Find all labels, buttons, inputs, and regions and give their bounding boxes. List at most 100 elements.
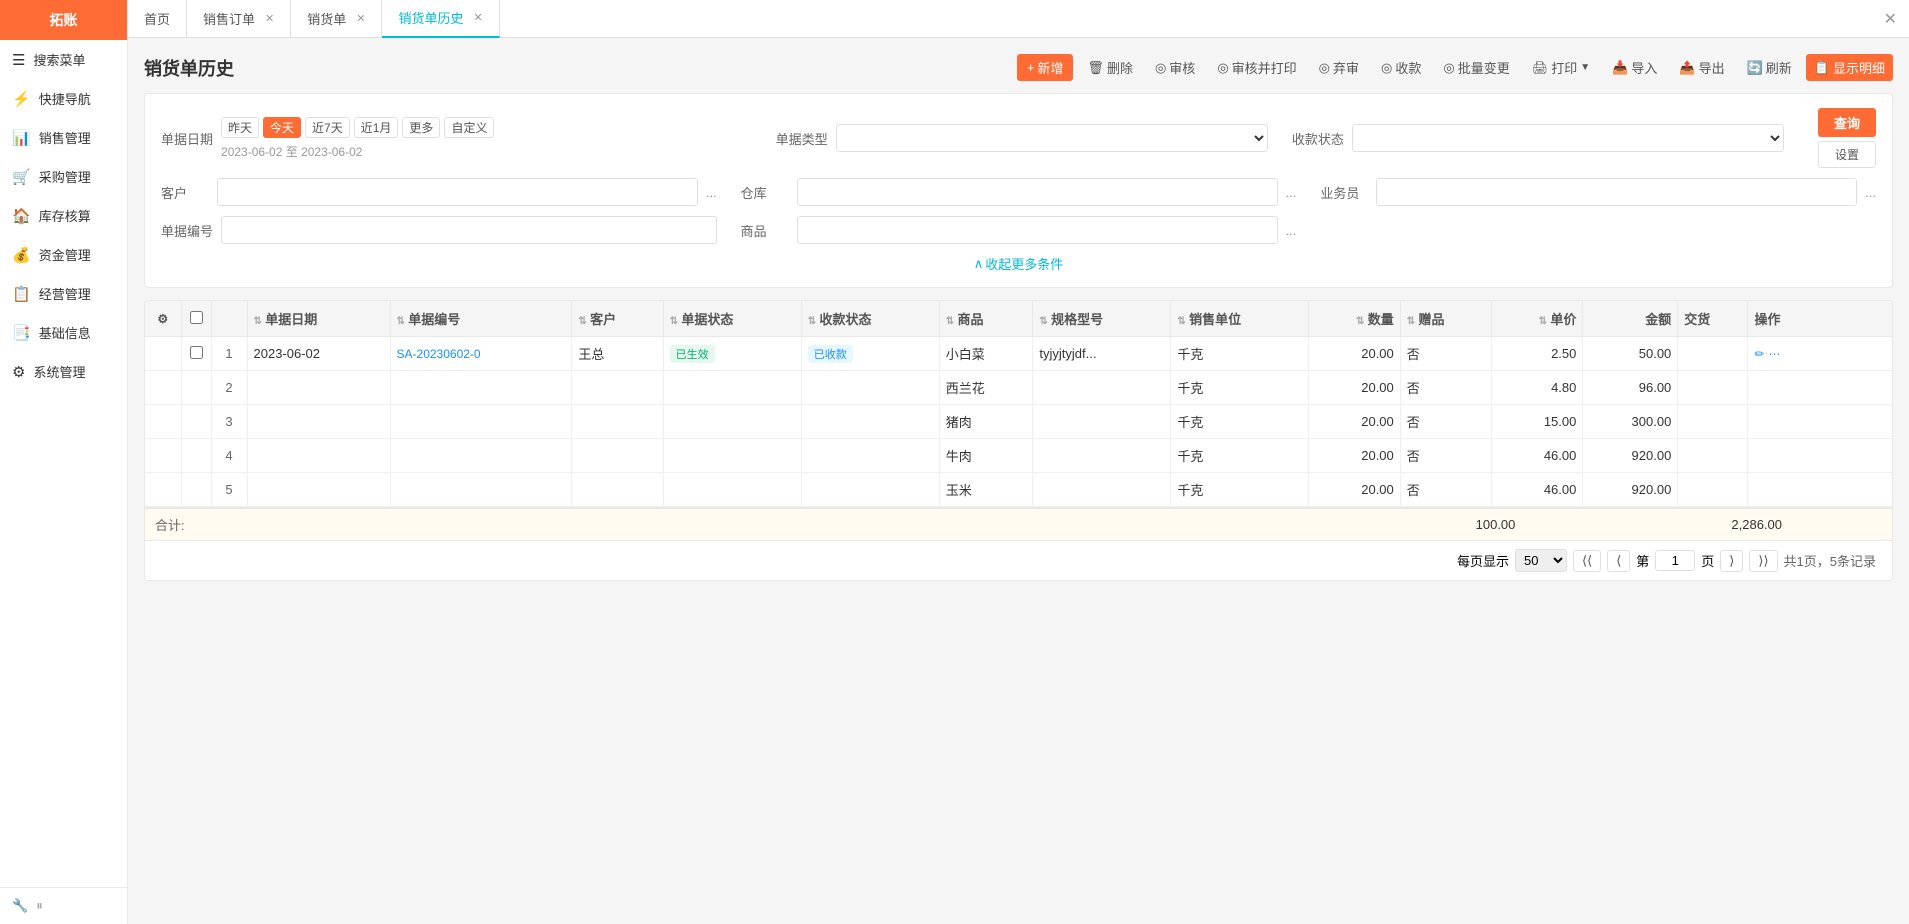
sidebar-bottom-icon1[interactable]: 🔧 <box>12 898 28 914</box>
audit-button[interactable]: ◎ 审核 <box>1147 54 1203 81</box>
customer-dots[interactable]: ... <box>706 185 717 200</box>
settings-button[interactable]: 设置 <box>1818 141 1876 168</box>
th-doc-number[interactable]: ⇅ 单据编号 <box>390 301 572 337</box>
tab-sales-order-close[interactable]: ✕ <box>265 12 274 25</box>
row-doc-number[interactable] <box>390 473 572 507</box>
filter-customer-input[interactable] <box>217 178 698 206</box>
tab-home[interactable]: 首页 <box>128 0 187 38</box>
sidebar-item-inventory[interactable]: 🏠 库存核算 <box>0 196 127 235</box>
date-btn-more[interactable]: 更多 <box>402 117 440 138</box>
collapse-button[interactable]: ∧ 收起更多条件 <box>974 254 1064 273</box>
sidebar-item-quick-nav[interactable]: ⚡ 快捷导航 <box>0 79 127 118</box>
new-icon: + <box>1027 60 1035 75</box>
row-checkbox[interactable] <box>190 346 203 359</box>
th-sales-unit[interactable]: ⇅ 销售单位 <box>1171 301 1309 337</box>
row-spec <box>1033 473 1171 507</box>
audit-print-button[interactable]: ◎ 审核并打印 <box>1209 54 1304 81</box>
date-btn-today[interactable]: 今天 <box>263 117 301 138</box>
tab-bar-close[interactable]: ✕ <box>1872 9 1909 29</box>
tab-sales-history[interactable]: 销货单历史 ✕ <box>382 0 499 38</box>
print-button[interactable]: 🖨 打印 ▼ <box>1524 54 1598 81</box>
first-page-button[interactable]: ⟨⟨ <box>1573 550 1601 572</box>
row-customer: 王总 <box>572 337 663 371</box>
import-button[interactable]: 📥 导入 <box>1604 54 1665 81</box>
collect-button[interactable]: ◎ 收款 <box>1373 54 1429 81</box>
row-actions <box>1748 371 1892 405</box>
tab-sales-order[interactable]: 销售订单 ✕ <box>187 0 291 38</box>
sidebar-item-purchase-mgmt[interactable]: 🛒 采购管理 <box>0 157 127 196</box>
prev-page-button[interactable]: ⟨ <box>1607 550 1630 572</box>
goods-dots[interactable]: ... <box>1286 223 1297 238</box>
th-transaction[interactable]: 交货 <box>1678 301 1748 337</box>
per-page-select[interactable]: 50 100 200 <box>1515 549 1567 572</box>
new-button[interactable]: + 新增 <box>1017 54 1074 81</box>
th-doc-status[interactable]: ⇅ 单据状态 <box>663 301 801 337</box>
sidebar-item-operations[interactable]: 📋 经营管理 <box>0 274 127 313</box>
payment-status-badge: 已收款 <box>808 345 853 363</box>
show-detail-button[interactable]: 📋 显示明细 <box>1806 54 1893 81</box>
sidebar-item-basic-info[interactable]: 📑 基础信息 <box>0 313 127 352</box>
sidebar-item-finance[interactable]: 💰 资金管理 <box>0 235 127 274</box>
th-payment-status[interactable]: ⇅ 收款状态 <box>801 301 939 337</box>
sidebar-item-label: 库存核算 <box>39 206 91 225</box>
row-payment-status <box>801 371 939 405</box>
next-page-button[interactable]: ⟩ <box>1720 550 1743 572</box>
row-doc-status <box>663 371 801 405</box>
date-btn-7days[interactable]: 近7天 <box>305 117 350 138</box>
filter-salesperson-input[interactable] <box>1376 178 1857 206</box>
delete-button[interactable]: 🗑 删除 <box>1079 54 1141 81</box>
th-goods[interactable]: ⇅ 商品 <box>939 301 1033 337</box>
refresh-icon: 🔄 <box>1747 60 1763 76</box>
row-doc-number[interactable]: SA-20230602-0 <box>390 337 572 371</box>
th-quantity[interactable]: ⇅ 数量 <box>1309 301 1400 337</box>
row-doc-number[interactable] <box>390 405 572 439</box>
row-doc-status <box>663 473 801 507</box>
tab-sales-goods[interactable]: 销货单 ✕ <box>291 0 382 38</box>
th-customer[interactable]: ⇅ 客户 <box>572 301 663 337</box>
th-doc-date[interactable]: ⇅ 单据日期 <box>247 301 390 337</box>
export-button[interactable]: 📤 导出 <box>1671 54 1732 81</box>
row-checkbox-cell <box>181 439 211 473</box>
row-doc-number[interactable] <box>390 439 572 473</box>
sidebar-item-sales-mgmt[interactable]: 📊 销售管理 <box>0 118 127 157</box>
th-actions: 操作 <box>1748 301 1892 337</box>
th-gear[interactable]: ⚙ <box>145 301 181 337</box>
th-unit-price[interactable]: ⇅ 单价 <box>1492 301 1583 337</box>
filter-goods-input[interactable] <box>797 216 1278 244</box>
filter-doc-type-select[interactable] <box>836 124 1268 152</box>
date-btn-custom[interactable]: 自定义 <box>444 117 494 138</box>
query-button[interactable]: 查询 <box>1818 108 1876 137</box>
sidebar-item-system-mgmt[interactable]: ⚙ 系统管理 <box>0 352 127 391</box>
tab-sales-history-close[interactable]: ✕ <box>474 11 483 24</box>
warehouse-dots[interactable]: ... <box>1286 185 1297 200</box>
row-checkbox-cell <box>181 337 211 371</box>
doc-number-link[interactable]: SA-20230602-0 <box>397 347 481 361</box>
more-action[interactable]: ⋯ <box>1769 347 1781 361</box>
footer-label: 合计: <box>155 515 215 534</box>
row-doc-number[interactable] <box>390 371 572 405</box>
row-gear <box>145 405 181 439</box>
th-spec[interactable]: ⇅ 规格型号 <box>1033 301 1171 337</box>
sidebar-item-search-menu[interactable]: ☰ 搜索菜单 <box>0 40 127 79</box>
edit-action[interactable]: ✏ <box>1754 347 1764 361</box>
refresh-button[interactable]: 🔄 刷新 <box>1739 54 1800 81</box>
date-btn-yesterday[interactable]: 昨天 <box>221 117 259 138</box>
finance-icon: 💰 <box>12 246 31 264</box>
th-gift[interactable]: ⇅ 赠品 <box>1400 301 1491 337</box>
page-title: 销货单历史 <box>144 55 234 81</box>
filter-doc-number-input[interactable] <box>221 216 717 244</box>
row-doc-date: 2023-06-02 <box>247 337 390 371</box>
tab-sales-goods-close[interactable]: ✕ <box>356 12 365 25</box>
select-all-checkbox[interactable] <box>190 311 203 324</box>
filter-payment-status-select[interactable] <box>1352 124 1784 152</box>
batch-change-button[interactable]: ◎ 批量变更 <box>1435 54 1517 81</box>
date-btn-1month[interactable]: 近1月 <box>354 117 399 138</box>
filter-warehouse-input[interactable] <box>797 178 1278 206</box>
last-page-button[interactable]: ⟩⟩ <box>1749 550 1777 572</box>
salesperson-dots[interactable]: ... <box>1865 185 1876 200</box>
row-quantity: 20.00 <box>1309 473 1400 507</box>
abandon-button[interactable]: ◎ 弃审 <box>1311 54 1367 81</box>
page-number-input[interactable] <box>1655 550 1695 571</box>
sidebar-bottom-icon2[interactable]: ⏸ <box>36 898 43 914</box>
th-amount[interactable]: 金额 <box>1583 301 1678 337</box>
